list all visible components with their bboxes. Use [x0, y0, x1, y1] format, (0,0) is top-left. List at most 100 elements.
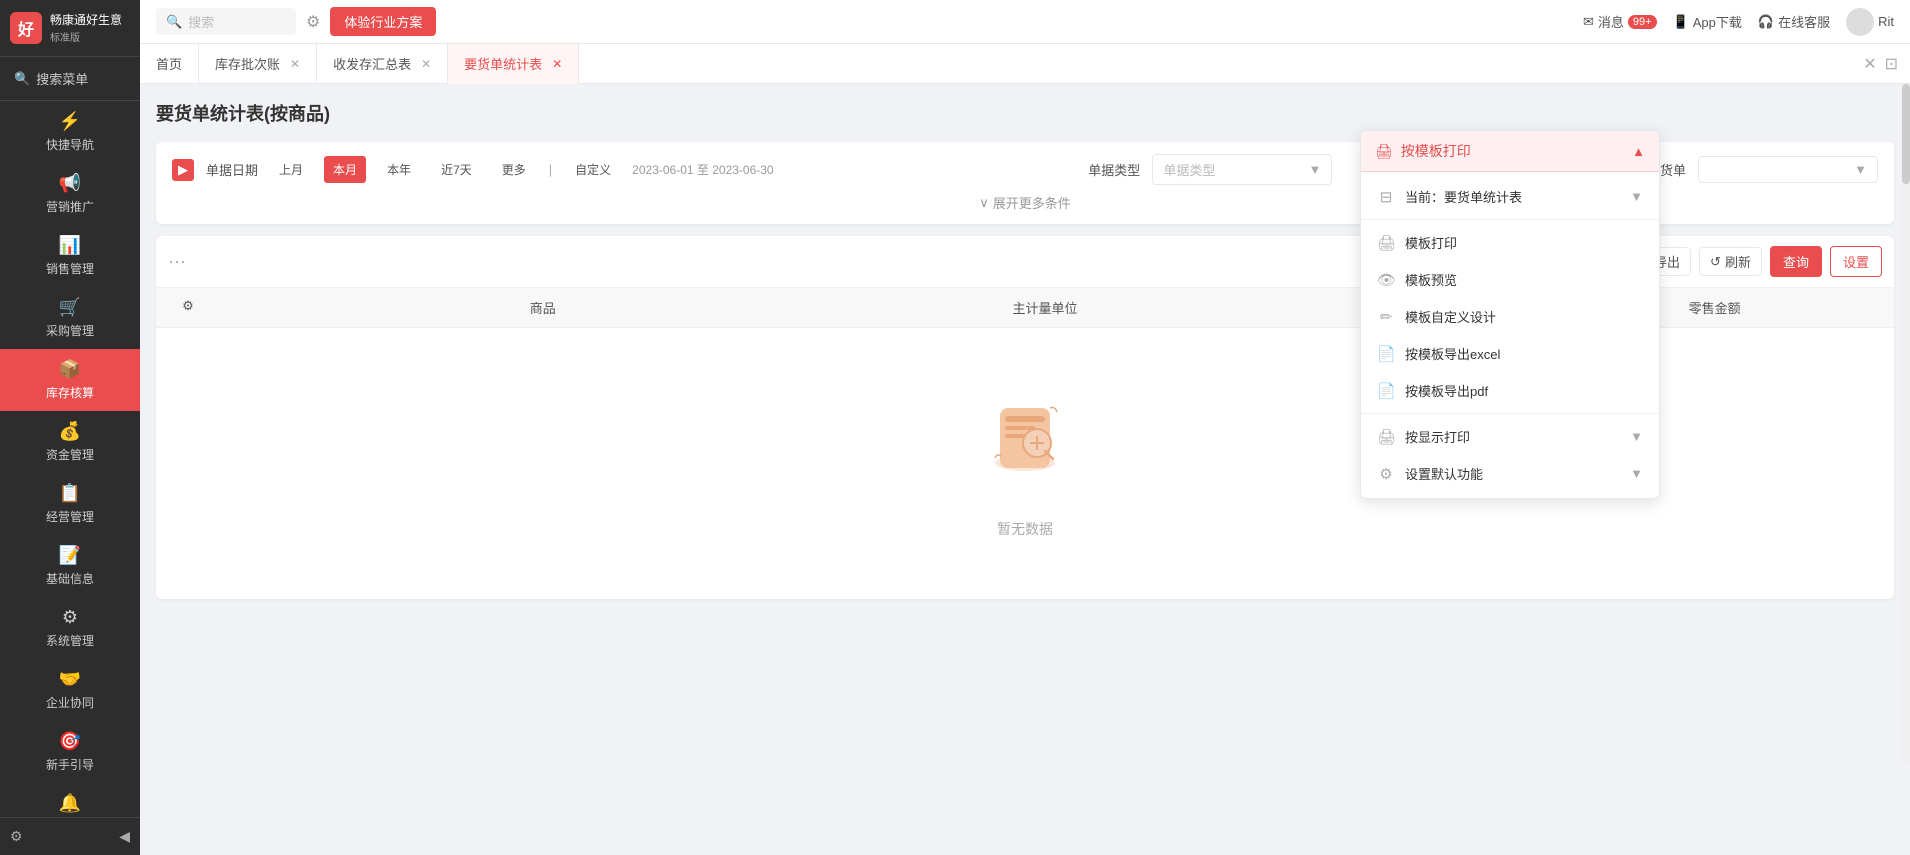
empty-text: 暂无数据 [997, 519, 1053, 539]
message-label: 消息 [1598, 12, 1624, 31]
sidebar-bottom: ⚙ ◀ [0, 817, 140, 855]
divider-2 [1361, 413, 1659, 414]
template-design-icon: ✏ [1377, 308, 1395, 326]
enterprise-label: 企业协同 [46, 694, 94, 711]
settings-btn[interactable]: 设置 [1830, 246, 1882, 277]
tab-batch-account[interactable]: 库存批次账 ✕ [199, 44, 317, 84]
sidebar-item-marketing[interactable]: 📢 营销推广 [0, 163, 140, 225]
display-print-icon: 🖨 [1377, 428, 1395, 446]
app-download-icon: 📱 [1673, 14, 1689, 30]
default-setting-left: ⚙ 设置默认功能 [1377, 464, 1483, 483]
search-menu-button[interactable]: 🔍 搜索菜单 [10, 65, 130, 92]
sidebar-item-system[interactable]: ⚙ 系统管理 [0, 597, 140, 659]
tab-maximize-btn[interactable]: ⊡ [1885, 54, 1898, 74]
date-btn-this-month[interactable]: 本月 [324, 156, 366, 183]
current-template-arrow: ▼ [1630, 189, 1643, 204]
sidebar-item-inventory[interactable]: 📦 库存核算 [0, 349, 140, 411]
tab-order-stats[interactable]: 要货单统计表 ✕ [448, 44, 579, 84]
template-print-label: 模板打印 [1405, 233, 1457, 252]
date-btn-7days[interactable]: 近7天 [432, 156, 481, 183]
template-preview-item[interactable]: 👁 模板预览 [1361, 261, 1659, 298]
sales-icon: 📊 [59, 235, 81, 256]
finance-icon: 💰 [59, 421, 81, 442]
tab-order-stats-close[interactable]: ✕ [552, 57, 562, 71]
template-excel-label: 按模板导出excel [1405, 344, 1500, 363]
system-label: 系统管理 [46, 632, 94, 649]
sidebar-item-quick-nav[interactable]: ⚡ 快捷导航 [0, 101, 140, 163]
guide-icon: 🎯 [59, 731, 81, 752]
username-label: Rit [1878, 14, 1894, 29]
logo-icon: 好 [10, 12, 42, 44]
template-pdf-icon: 📄 [1377, 382, 1395, 400]
sidebar-item-operation[interactable]: 📋 经营管理 [0, 473, 140, 535]
sidebar-item-sales[interactable]: 📊 销售管理 [0, 225, 140, 287]
order-type-label: 单据类型 [1088, 160, 1140, 179]
enterprise-icon: 🤝 [59, 669, 81, 690]
template-print-icon: 🖨 [1377, 234, 1395, 252]
query-btn[interactable]: 查询 [1770, 246, 1822, 277]
date-btn-this-year[interactable]: 本年 [378, 156, 420, 183]
current-template-item[interactable]: ⊟ 当前：要货单统计表 ▼ [1361, 178, 1659, 215]
date-range-display: 2023-06-01 至 2023-06-30 [632, 161, 773, 178]
message-icon: ✉ [1583, 14, 1594, 30]
template-pdf-item[interactable]: 📄 按模板导出pdf [1361, 372, 1659, 409]
topbar-gear-icon[interactable]: ⚙ [306, 12, 320, 32]
basic-label: 基础信息 [46, 570, 94, 587]
tab-home[interactable]: 首页 [140, 44, 199, 84]
tab-receipt-summary-close[interactable]: ✕ [421, 57, 431, 71]
default-setting-label: 设置默认功能 [1405, 464, 1483, 483]
topbar-search-icon: 🔍 [166, 14, 182, 30]
operation-icon: 📋 [59, 483, 81, 504]
print-menu-header[interactable]: 🖨 按模板打印 ▲ [1361, 131, 1659, 172]
trial-btn[interactable]: 体验行业方案 [330, 7, 436, 36]
tab-close-window-btn[interactable]: ✕ [1863, 54, 1876, 74]
inventory-label: 库存核算 [46, 384, 94, 401]
template-excel-item[interactable]: 📄 按模板导出excel [1361, 335, 1659, 372]
sidebar-item-basic[interactable]: 📝 基础信息 [0, 535, 140, 597]
app-download-btn[interactable]: 📱 App下载 [1673, 12, 1742, 31]
sales-label: 销售管理 [46, 260, 94, 277]
template-design-item[interactable]: ✏ 模板自定义设计 [1361, 298, 1659, 335]
user-avatar [1846, 8, 1874, 36]
tab-receipt-summary[interactable]: 收发存汇总表 ✕ [317, 44, 448, 84]
refresh-label: 刷新 [1725, 252, 1751, 271]
sidebar-item-purchase[interactable]: 🛒 采购管理 [0, 287, 140, 349]
filter-expand-icon[interactable]: ▶ [172, 159, 194, 181]
finance-label: 资金管理 [46, 446, 94, 463]
divider-1 [1361, 219, 1659, 220]
sidebar-item-guide[interactable]: 🎯 新手引导 [0, 721, 140, 783]
marketing-label: 营销推广 [46, 198, 94, 215]
right-scrollbar[interactable] [1902, 84, 1910, 764]
order-type-select[interactable]: 单据类型 ▼ [1152, 154, 1332, 185]
date-btn-last-month[interactable]: 上月 [270, 156, 312, 183]
page-title: 要货单统计表(按商品) [156, 100, 1894, 126]
online-service-btn[interactable]: 🎧 在线客服 [1758, 12, 1830, 31]
display-print-item[interactable]: 🖨 按显示打印 ▼ [1361, 418, 1659, 455]
template-preview-icon: 👁 [1377, 271, 1395, 289]
topbar-right: ✉ 消息 99+ 📱 App下载 🎧 在线客服 Rit [1583, 8, 1894, 36]
sidebar-item-enterprise[interactable]: 🤝 企业协同 [0, 659, 140, 721]
date-btn-more[interactable]: 更多 [493, 156, 535, 183]
tab-batch-account-close[interactable]: ✕ [290, 57, 300, 71]
default-setting-icon: ⚙ [1377, 465, 1395, 483]
date-btn-custom[interactable]: 自定义 [566, 156, 620, 183]
template-print-item[interactable]: 🖨 模板打印 [1361, 224, 1659, 261]
app-name: 畅康通好生意 [50, 12, 122, 29]
topbar-search[interactable]: 🔍 搜索 [156, 8, 296, 35]
order-goods-select[interactable]: ▼ [1698, 156, 1878, 183]
th-settings[interactable]: ⚙ [168, 288, 208, 327]
expand-down-icon: ∨ [979, 195, 989, 211]
user-avatar-btn[interactable]: Rit [1846, 8, 1894, 36]
message-btn[interactable]: ✉ 消息 99+ [1583, 12, 1657, 31]
refresh-btn[interactable]: ↺ 刷新 [1699, 247, 1762, 276]
sidebar-nav: ⚡ 快捷导航 📢 营销推广 📊 销售管理 🛒 采购管理 📦 库存核算 💰 资金管… [0, 101, 140, 817]
toolbar-dots-menu[interactable]: ··· [168, 251, 186, 272]
sidebar-item-finance[interactable]: 💰 资金管理 [0, 411, 140, 473]
sidebar-collapse-btn[interactable]: ◀ [119, 828, 130, 845]
tab-receipt-summary-label: 收发存汇总表 [333, 54, 411, 73]
sidebar-settings-btn[interactable]: ⚙ [10, 828, 23, 845]
default-setting-item[interactable]: ⚙ 设置默认功能 ▼ [1361, 455, 1659, 492]
sidebar-item-appstore[interactable]: 🔔 应用中心 [0, 783, 140, 817]
current-template-icon: ⊟ [1377, 188, 1395, 206]
template-excel-icon: 📄 [1377, 345, 1395, 363]
